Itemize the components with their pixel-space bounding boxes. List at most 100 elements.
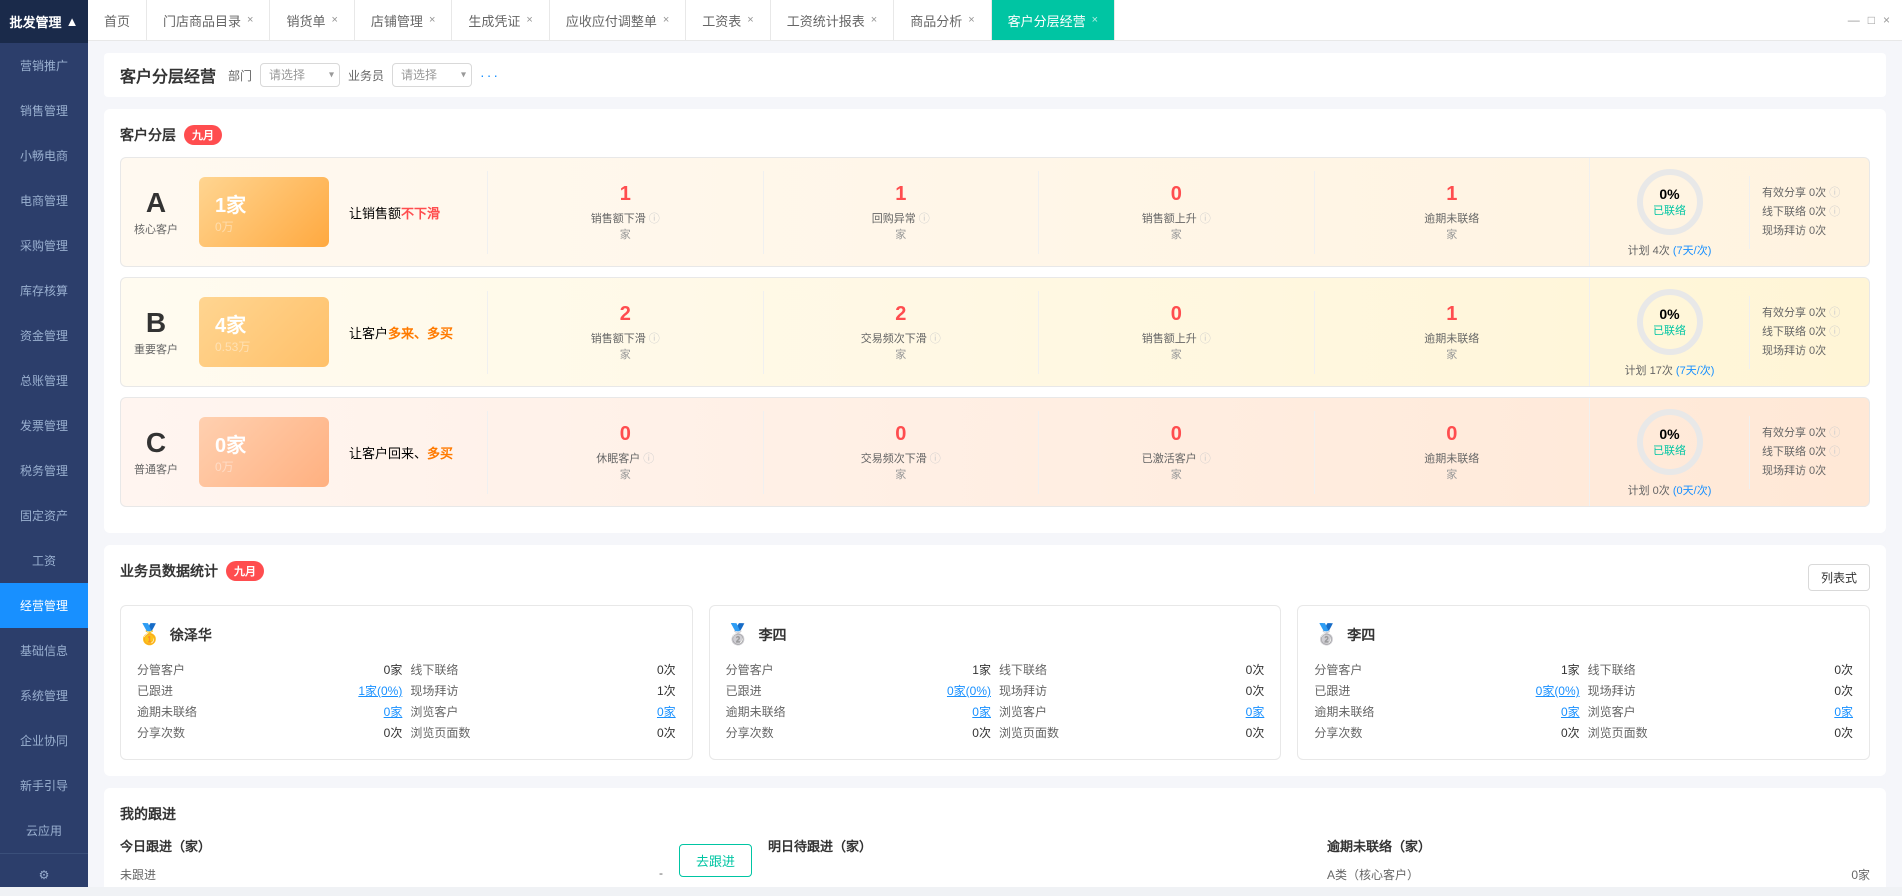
sidebar-logo[interactable]: 批发管理 ▲ bbox=[0, 0, 88, 43]
staff-select[interactable]: 请选择 bbox=[392, 63, 472, 87]
tab-close-icon[interactable]: × bbox=[429, 14, 435, 26]
tier-c-circle-label: 已联络 bbox=[1653, 442, 1686, 458]
list-table-button[interactable]: 列表式 bbox=[1808, 564, 1870, 591]
business-stats-section: 业务员数据统计 九月 列表式 🥇 徐泽华 分管客户0家 已跟进1家(0%) bbox=[104, 545, 1886, 776]
go-follow-button[interactable]: 去跟进 bbox=[679, 844, 752, 877]
sidebar-item-operations[interactable]: 经营管理 bbox=[0, 583, 88, 628]
staff-stat-browse-2: 浏览客户0家 bbox=[1588, 701, 1853, 722]
staff-stats-left-1: 分管客户1家 已跟进0家(0%) 逾期未联络0家 分享次数0次 bbox=[726, 659, 991, 743]
staff-stat-browse-0: 浏览客户0家 bbox=[410, 701, 675, 722]
tab-customer-tier[interactable]: 客户分层经营× bbox=[992, 0, 1115, 40]
dept-select[interactable]: 请选择 bbox=[260, 63, 340, 87]
sidebar-item-ledger[interactable]: 总账管理 bbox=[0, 358, 88, 403]
tab-store-manage[interactable]: 店铺管理× bbox=[355, 0, 452, 40]
tier-b-action: 让客户多来、多买 bbox=[337, 311, 487, 354]
sidebar-item-marketing[interactable]: 营销推广 bbox=[0, 43, 88, 88]
tier-c-stat-overdue: 0 逾期未联络 家 bbox=[1314, 411, 1590, 494]
staff-stat-overdue-1: 逾期未联络0家 bbox=[726, 701, 991, 722]
tab-close-icon[interactable]: × bbox=[663, 14, 669, 26]
overdue-follow-col: 逾期未联络（家） A类（核心客户） 0家 bbox=[1327, 836, 1870, 887]
tier-b-count: 4家 0.53万 bbox=[199, 297, 329, 367]
sidebar-item-inventory[interactable]: 库存核算 bbox=[0, 268, 88, 313]
tab-close-icon[interactable]: × bbox=[247, 14, 253, 26]
sidebar-item-system[interactable]: 系统管理 bbox=[0, 673, 88, 718]
tier-a-share: 有效分享 0次 ⓘ bbox=[1762, 184, 1857, 200]
today-follow-col: 今日跟进（家） 未跟进- 已联络- bbox=[120, 836, 663, 887]
info-icon[interactable]: ⓘ bbox=[930, 450, 941, 466]
tab-voucher[interactable]: 生成凭证× bbox=[452, 0, 549, 40]
tab-home[interactable]: 首页 bbox=[88, 0, 147, 40]
page-content: 客户分层经营 部门 请选择 业务员 请选择 ··· 客 bbox=[88, 41, 1902, 887]
tier-c-label: C 普通客户 bbox=[121, 411, 191, 493]
sidebar-item-ecommerce-small[interactable]: 小畅电商 bbox=[0, 133, 88, 178]
tab-store-products[interactable]: 门店商品目录× bbox=[147, 0, 270, 40]
tier-a-stat-repurchase: 1 回购异常ⓘ 家 bbox=[763, 171, 1039, 254]
sidebar-item-tax[interactable]: 税务管理 bbox=[0, 448, 88, 493]
info-icon[interactable]: ⓘ bbox=[930, 330, 941, 346]
staff-stats-right-2: 线下联络0次 现场拜访0次 浏览客户0家 浏览页面数0次 bbox=[1588, 659, 1853, 743]
tier-a-amount: 0万 bbox=[215, 218, 313, 235]
window-close-icon[interactable]: × bbox=[1883, 13, 1890, 27]
info-icon[interactable]: ⓘ bbox=[649, 330, 660, 346]
tab-close-icon[interactable]: × bbox=[1092, 14, 1098, 26]
business-stats-title: 业务员数据统计 九月 bbox=[120, 561, 264, 581]
staff-stat-followed-2: 已跟进0家(0%) bbox=[1314, 680, 1579, 701]
tier-a-plan: 计划 4次 (7天/次) bbox=[1628, 242, 1712, 258]
sidebar-item-collab[interactable]: 企业协同 bbox=[0, 718, 88, 763]
sidebar-logo-text: 批发管理 bbox=[10, 12, 62, 31]
info-icon[interactable]: ⓘ bbox=[1200, 210, 1211, 226]
info-icon[interactable]: ⓘ bbox=[649, 210, 660, 226]
tab-product-analysis[interactable]: 商品分析× bbox=[894, 0, 991, 40]
tier-b-action-highlight: 多来、多买 bbox=[388, 326, 453, 341]
tier-a-visit: 现场拜访 0次 bbox=[1762, 222, 1857, 238]
staff-stats-left-0: 分管客户0家 已跟进1家(0%) 逾期未联络0家 分享次数0次 bbox=[137, 659, 402, 743]
tab-ar-ap[interactable]: 应收应付调整单× bbox=[550, 0, 686, 40]
staff-select-wrapper: 请选择 bbox=[392, 63, 472, 87]
tier-c-stats: 0 休眠客户ⓘ 家 0 交易频次下滑ⓘ 家 0 已激活客户ⓘ 家 bbox=[487, 411, 1589, 494]
sidebar-item-purchase[interactable]: 采购管理 bbox=[0, 223, 88, 268]
tier-b-stat-freq: 2 交易频次下滑ⓘ 家 bbox=[763, 291, 1039, 374]
staff-label: 业务员 bbox=[348, 67, 384, 84]
staff-stat-visit-2: 现场拜访0次 bbox=[1588, 680, 1853, 701]
info-icon[interactable]: ⓘ bbox=[1200, 330, 1211, 346]
tab-close-icon[interactable]: × bbox=[526, 14, 532, 26]
gear-icon[interactable]: ⚙ bbox=[0, 853, 88, 896]
sidebar-item-finance[interactable]: 资金管理 bbox=[0, 313, 88, 358]
info-icon[interactable]: ⓘ bbox=[919, 210, 930, 226]
info-icon[interactable]: ⓘ bbox=[643, 450, 654, 466]
tier-b-circle: 0% 已联络 计划 17次 (7天/次) bbox=[1589, 278, 1749, 386]
tab-close-icon[interactable]: × bbox=[968, 14, 974, 26]
staff-stats-right-1: 线下联络0次 现场拜访0次 浏览客户0家 浏览页面数0次 bbox=[999, 659, 1264, 743]
main-area: 首页 门店商品目录× 销货单× 店铺管理× 生成凭证× 应收应付调整单× 工资表… bbox=[88, 0, 1902, 887]
sidebar-item-guide[interactable]: 新手引导 bbox=[0, 763, 88, 808]
tab-payroll-report[interactable]: 工资统计报表× bbox=[771, 0, 894, 40]
sidebar-item-invoice[interactable]: 发票管理 bbox=[0, 403, 88, 448]
tab-sales-order[interactable]: 销货单× bbox=[270, 0, 354, 40]
tier-c-name: 普通客户 bbox=[134, 461, 178, 477]
window-minimize-icon[interactable]: — bbox=[1848, 13, 1860, 27]
tab-close-icon[interactable]: × bbox=[747, 14, 753, 26]
dept-label: 部门 bbox=[228, 67, 252, 84]
follow-grid: 今日跟进（家） 未跟进- 已联络- 去跟进 明日待跟进（家） 逾期未联络（家） bbox=[120, 836, 1870, 887]
staff-name-0: 徐泽华 bbox=[170, 625, 212, 645]
sidebar-item-payroll[interactable]: 工资 bbox=[0, 538, 88, 583]
staff-stat-overdue-0: 逾期未联络0家 bbox=[137, 701, 402, 722]
tab-payroll-table[interactable]: 工资表× bbox=[686, 0, 770, 40]
window-maximize-icon[interactable]: □ bbox=[1868, 13, 1875, 27]
sidebar-item-cloud[interactable]: 云应用 bbox=[0, 808, 88, 853]
sidebar: 批发管理 ▲ 营销推广 销售管理 小畅电商 电商管理 采购管理 库存核算 资金管… bbox=[0, 0, 88, 887]
tab-close-icon[interactable]: × bbox=[871, 14, 877, 26]
overdue-a-tier: A类（核心客户） 0家 bbox=[1327, 863, 1870, 886]
info-icon[interactable]: ⓘ bbox=[1200, 450, 1211, 466]
sidebar-item-ecommerce[interactable]: 电商管理 bbox=[0, 178, 88, 223]
tab-close-icon[interactable]: × bbox=[331, 14, 337, 26]
tier-b-pct: 0% bbox=[1653, 306, 1686, 322]
sidebar-item-sales[interactable]: 销售管理 bbox=[0, 88, 88, 133]
follow-section-title: 我的跟进 bbox=[120, 804, 1870, 824]
staff-stat-share-2: 分享次数0次 bbox=[1314, 722, 1579, 743]
sidebar-item-assets[interactable]: 固定资产 bbox=[0, 493, 88, 538]
tier-c-pct: 0% bbox=[1653, 426, 1686, 442]
sidebar-item-basic[interactable]: 基础信息 bbox=[0, 628, 88, 673]
more-filter-icon[interactable]: ··· bbox=[480, 67, 500, 83]
staff-stat-share-1: 分享次数0次 bbox=[726, 722, 991, 743]
